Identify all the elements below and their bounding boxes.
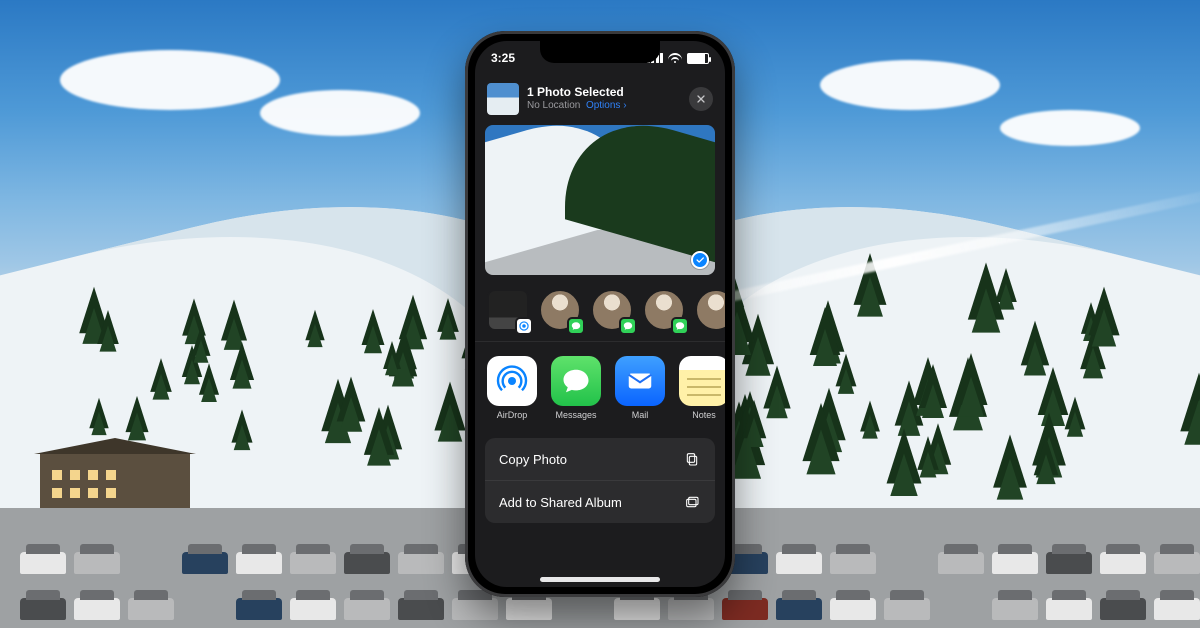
app-label: AirDrop bbox=[487, 410, 537, 420]
contact-person[interactable] bbox=[643, 289, 685, 331]
notch bbox=[540, 41, 660, 63]
battery-icon bbox=[687, 53, 709, 64]
photo-preview[interactable] bbox=[485, 125, 715, 275]
shared-album-icon bbox=[683, 493, 701, 511]
app-notes[interactable]: Notes bbox=[679, 356, 725, 420]
notes-icon bbox=[679, 356, 725, 406]
action-label: Copy Photo bbox=[499, 452, 567, 467]
actions-list: Copy Photo Add to Shared Album bbox=[485, 438, 715, 523]
mail-icon bbox=[615, 356, 665, 406]
status-time: 3:25 bbox=[491, 51, 515, 65]
action-label: Add to Shared Album bbox=[499, 495, 622, 510]
contact-person[interactable] bbox=[695, 289, 717, 331]
contact-person[interactable] bbox=[539, 289, 581, 331]
share-header: 1 Photo Selected No Location Options › bbox=[475, 75, 725, 125]
messages-icon bbox=[551, 356, 601, 406]
airdrop-badge-icon bbox=[515, 317, 533, 335]
messages-badge-icon bbox=[619, 317, 637, 335]
contact-device[interactable] bbox=[487, 289, 529, 331]
app-mail[interactable]: Mail bbox=[615, 356, 665, 420]
copy-icon bbox=[683, 450, 701, 468]
close-button[interactable] bbox=[689, 87, 713, 111]
home-indicator bbox=[540, 577, 660, 582]
preview-image bbox=[485, 125, 715, 275]
options-link[interactable]: Options › bbox=[586, 100, 627, 111]
header-title: 1 Photo Selected bbox=[527, 86, 681, 100]
action-add-shared-album[interactable]: Add to Shared Album bbox=[485, 480, 715, 523]
app-label: Notes bbox=[679, 410, 725, 420]
share-sheet: 1 Photo Selected No Location Options › bbox=[475, 75, 725, 587]
phone-screen: 3:25 1 Photo Selected No Location Option… bbox=[475, 41, 725, 587]
selected-checkmark-icon bbox=[691, 251, 709, 269]
airdrop-icon bbox=[487, 356, 537, 406]
suggested-contacts-row[interactable] bbox=[475, 275, 725, 341]
contact-person[interactable] bbox=[591, 289, 633, 331]
action-copy-photo[interactable]: Copy Photo bbox=[485, 438, 715, 480]
app-messages[interactable]: Messages bbox=[551, 356, 601, 420]
app-label: Messages bbox=[551, 410, 601, 420]
app-airdrop[interactable]: AirDrop bbox=[487, 356, 537, 420]
messages-badge-icon bbox=[671, 317, 689, 335]
wifi-icon bbox=[668, 53, 682, 63]
header-subtitle[interactable]: No Location Options › bbox=[527, 100, 681, 112]
app-label: Mail bbox=[615, 410, 665, 420]
stage: 3:25 1 Photo Selected No Location Option… bbox=[0, 0, 1200, 628]
messages-badge-icon bbox=[567, 317, 585, 335]
header-thumbnail bbox=[487, 83, 519, 115]
phone-frame: 3:25 1 Photo Selected No Location Option… bbox=[465, 31, 735, 597]
app-row[interactable]: AirDrop Messages Mail bbox=[475, 342, 725, 428]
lodge-building bbox=[40, 454, 190, 510]
